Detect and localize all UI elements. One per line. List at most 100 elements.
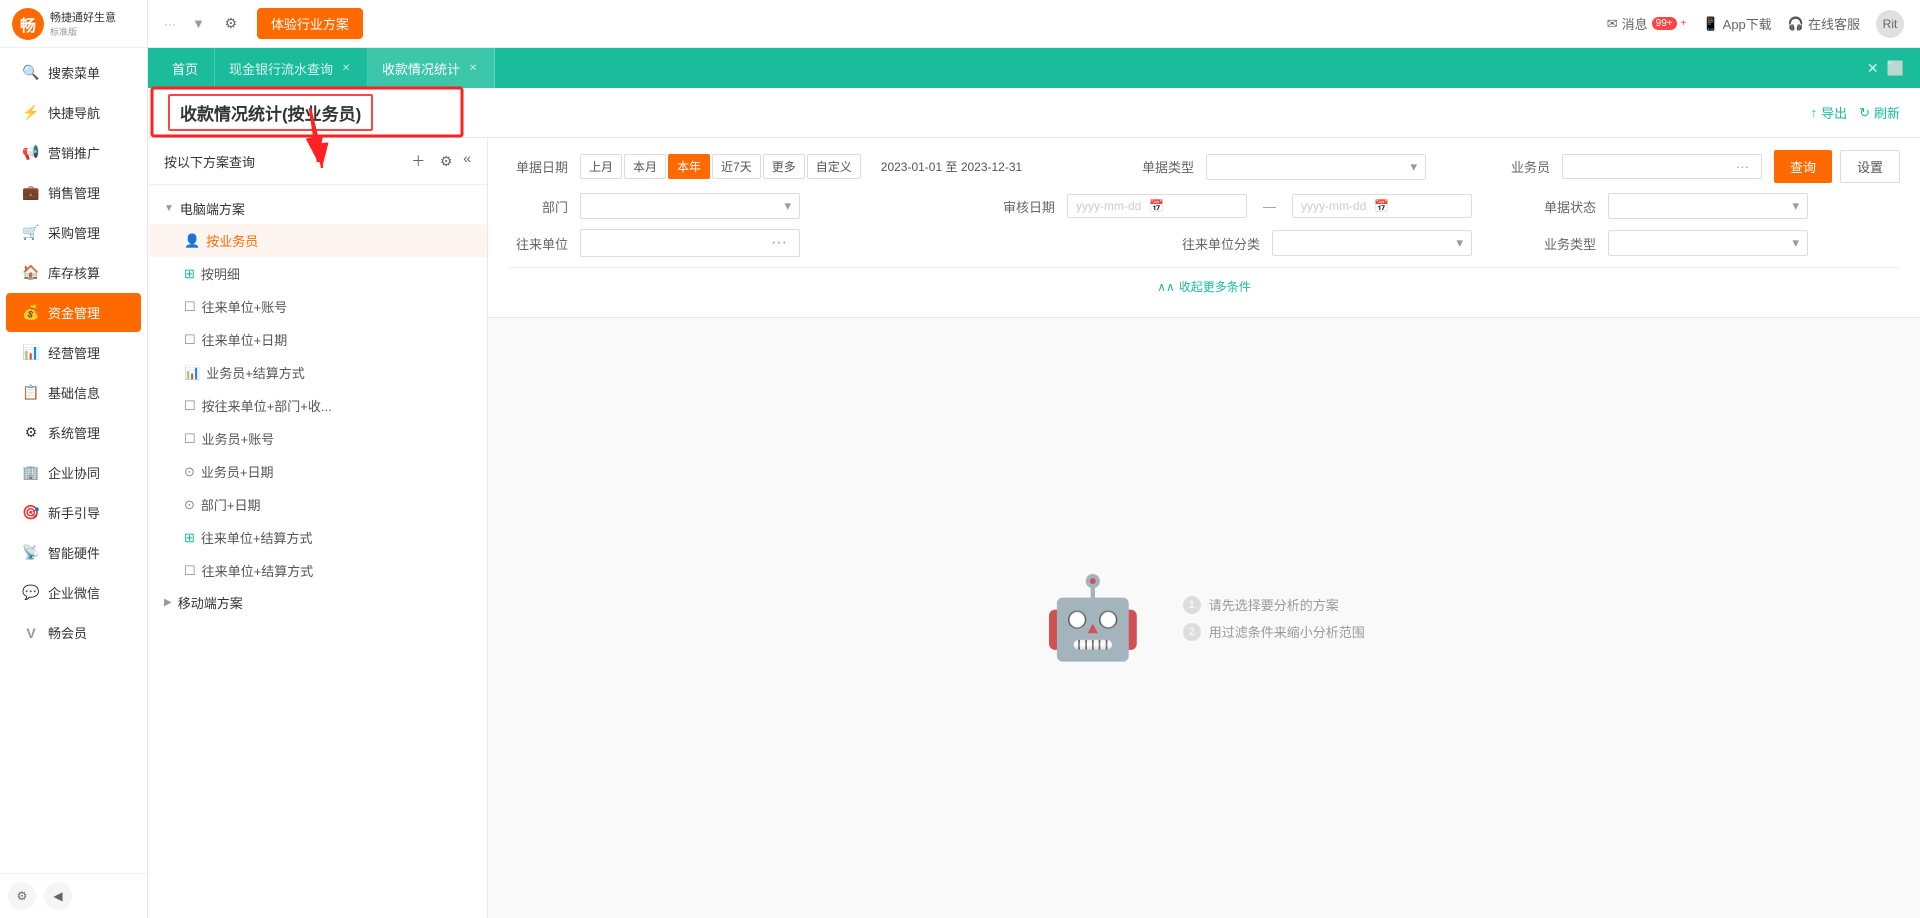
date-btn-last-month[interactable]: 上月 <box>580 154 622 179</box>
tree-item-by-dept-date[interactable]: ⊙ 部门+日期 <box>148 488 487 521</box>
review-date-end-value: yyyy-mm-dd <box>1301 199 1366 213</box>
calendar-start-icon: 📅 <box>1149 199 1164 213</box>
sidebar-item-basic-info[interactable]: 📋 基础信息 <box>6 373 141 412</box>
date-btn-this-year[interactable]: 本年 <box>668 154 710 179</box>
salesperson-select[interactable]: ··· <box>1562 154 1762 179</box>
scheme-settings-button[interactable]: ⚙ <box>435 150 457 172</box>
tree-item-by-unit-settlement1[interactable]: ⊞ 往来单位+结算方式 <box>148 521 487 554</box>
sidebar-item-label: 智能硬件 <box>48 543 100 562</box>
sidebar: 畅 畅捷通好生意 标准版 🔍 搜索菜单 ⚡ 快捷导航 📢 营销推广 💼 销售管理… <box>0 0 148 918</box>
sidebar-item-label: 资金管理 <box>48 303 100 322</box>
tab-bank-flow[interactable]: 现金银行流水查询 ✕ <box>215 48 368 88</box>
add-icon: ＋ <box>411 151 425 171</box>
review-date-start-input[interactable]: yyyy-mm-dd 📅 <box>1067 194 1247 218</box>
dept-select[interactable]: ▾ <box>580 193 800 219</box>
sidebar-item-operations[interactable]: 📊 经营管理 <box>6 333 141 372</box>
filter-settings-button[interactable]: 设置 <box>1840 150 1900 183</box>
collapse-bar[interactable]: ∧∧ 收起更多条件 <box>508 267 1900 305</box>
sidebar-item-hardware[interactable]: 📡 智能硬件 <box>6 533 141 572</box>
date-btn-7days[interactable]: 近7天 <box>712 154 761 179</box>
sidebar-item-inventory[interactable]: 🏠 库存核算 <box>6 253 141 292</box>
maximize-window-icon[interactable]: ⬜ <box>1887 60 1904 77</box>
salesperson-date-scheme-icon: ⊙ <box>184 464 195 480</box>
hint-item-1: 1 请先选择要分析的方案 <box>1183 595 1365 614</box>
partner-category-select[interactable]: ▾ <box>1272 230 1472 256</box>
tree-item-label: 部门+日期 <box>201 495 261 514</box>
sidebar-item-marketing[interactable]: 📢 营销推广 <box>6 133 141 172</box>
user-name: Rit <box>1883 17 1898 31</box>
quick-nav-icon: ⚡ <box>22 104 40 122</box>
date-btn-custom[interactable]: 自定义 <box>807 154 861 179</box>
collapse-label: 收起更多条件 <box>1179 278 1251 295</box>
app-download-icon: 📱 <box>1702 16 1718 32</box>
breadcrumb-text: ··· <box>164 17 176 31</box>
close-window-icon[interactable]: ✕ <box>1867 60 1879 77</box>
tree-item-by-salesperson-date[interactable]: ⊙ 业务员+日期 <box>148 455 487 488</box>
breadcrumb-dropdown-icon[interactable]: ▼ <box>192 16 205 31</box>
salesperson-settlement-scheme-icon: 📊 <box>184 365 200 381</box>
sidebar-item-label: 畅会员 <box>48 623 87 642</box>
window-buttons: ✕ ⬜ <box>1867 60 1912 77</box>
mobile-scheme-group: ▶ 移动端方案 <box>148 587 487 618</box>
partner-select[interactable]: ··· <box>580 229 800 257</box>
tab-home[interactable]: 首页 <box>156 48 215 88</box>
sidebar-item-member[interactable]: V 畅会员 <box>6 613 141 652</box>
tree-item-by-unit-date[interactable]: ☐ 往来单位+日期 <box>148 323 487 356</box>
salesperson-scheme-icon: 👤 <box>184 233 200 249</box>
online-service-action[interactable]: 🎧 在线客服 <box>1788 14 1860 33</box>
messages-action[interactable]: ✉ 消息 99+ + <box>1607 14 1687 33</box>
sidebar-item-wechat[interactable]: 💬 企业微信 <box>6 573 141 612</box>
sidebar-item-label: 经营管理 <box>48 343 100 362</box>
panel-collapse-button[interactable]: « <box>463 150 471 172</box>
tree-item-by-unit-dept[interactable]: ☐ 按往来单位+部门+收... <box>148 389 487 422</box>
trial-button[interactable]: 体验行业方案 <box>257 8 363 39</box>
sidebar-item-quick-nav[interactable]: ⚡ 快捷导航 <box>6 93 141 132</box>
add-scheme-button[interactable]: ＋ <box>407 150 429 172</box>
tree-item-by-salesperson[interactable]: 👤 按业务员 <box>148 224 487 257</box>
date-btn-this-month[interactable]: 本月 <box>624 154 666 179</box>
unit-date-scheme-icon: ☐ <box>184 332 196 348</box>
doc-status-select[interactable]: ▾ <box>1608 193 1808 219</box>
mobile-scheme-header[interactable]: ▶ 移动端方案 <box>148 587 487 618</box>
sidebar-item-sales[interactable]: 💼 销售管理 <box>6 173 141 212</box>
tree-item-by-unit-account[interactable]: ☐ 往来单位+账号 <box>148 290 487 323</box>
enterprise-icon: 🏢 <box>22 464 40 482</box>
desktop-scheme-header[interactable]: ▼ 电脑端方案 <box>148 193 487 224</box>
user-avatar[interactable]: Rit <box>1876 10 1904 38</box>
sidebar-settings-button[interactable]: ⚙ <box>8 882 36 910</box>
breadcrumb: ··· <box>164 17 176 31</box>
sidebar-item-purchase[interactable]: 🛒 采购管理 <box>6 213 141 252</box>
sidebar-item-search-menu[interactable]: 🔍 搜索菜单 <box>6 53 141 92</box>
tab-collection-close-icon[interactable]: ✕ <box>466 61 480 75</box>
empty-robot-illustration: 🤖 <box>1043 571 1143 665</box>
tree-item-by-salesperson-account[interactable]: ☐ 业务员+账号 <box>148 422 487 455</box>
doc-type-select[interactable]: ▾ <box>1206 154 1426 180</box>
tree-item-by-detail[interactable]: ⊞ 按明细 <box>148 257 487 290</box>
export-label: 导出 <box>1821 103 1847 122</box>
review-date-end-input[interactable]: yyyy-mm-dd 📅 <box>1292 194 1472 218</box>
export-button[interactable]: ↑ 导出 <box>1811 103 1848 122</box>
doc-status-label: 单据状态 <box>1536 197 1596 216</box>
tree-item-by-unit-settlement2[interactable]: ☐ 往来单位+结算方式 <box>148 554 487 587</box>
logo-icon: 畅 <box>12 8 44 40</box>
review-date-label: 审核日期 <box>995 197 1055 216</box>
tab-bank-flow-close-icon[interactable]: ✕ <box>339 61 353 75</box>
refresh-button[interactable]: ↻ 刷新 <box>1859 103 1900 122</box>
operations-icon: 📊 <box>22 344 40 362</box>
date-btn-more[interactable]: 更多 <box>763 154 805 179</box>
right-content: 单据日期 上月 本月 本年 近7天 更多 自定义 2023-01-01 至 20… <box>488 138 1920 918</box>
sidebar-item-guide[interactable]: 🎯 新手引导 <box>6 493 141 532</box>
tab-collection-stats[interactable]: 收款情况统计 ✕ <box>368 48 495 88</box>
sidebar-collapse-button[interactable]: ◀ <box>44 882 72 910</box>
app-logo: 畅 畅捷通好生意 标准版 <box>0 0 147 48</box>
sidebar-item-finance[interactable]: 💰 资金管理 <box>6 293 141 332</box>
tree-item-by-salesperson-settlement[interactable]: 📊 业务员+结算方式 <box>148 356 487 389</box>
desktop-scheme-group: ▼ 电脑端方案 👤 按业务员 ⊞ 按明细 ☐ <box>148 193 487 587</box>
sidebar-item-system[interactable]: ⚙ 系统管理 <box>6 413 141 452</box>
app-download-action[interactable]: 📱 App下载 <box>1702 14 1771 33</box>
partner-more-icon: ··· <box>771 234 787 252</box>
sidebar-item-enterprise[interactable]: 🏢 企业协同 <box>6 453 141 492</box>
header-gear-button[interactable]: ⚙ <box>217 10 245 38</box>
query-button[interactable]: 查询 <box>1774 150 1832 183</box>
business-type-select[interactable]: ▾ <box>1608 230 1808 256</box>
